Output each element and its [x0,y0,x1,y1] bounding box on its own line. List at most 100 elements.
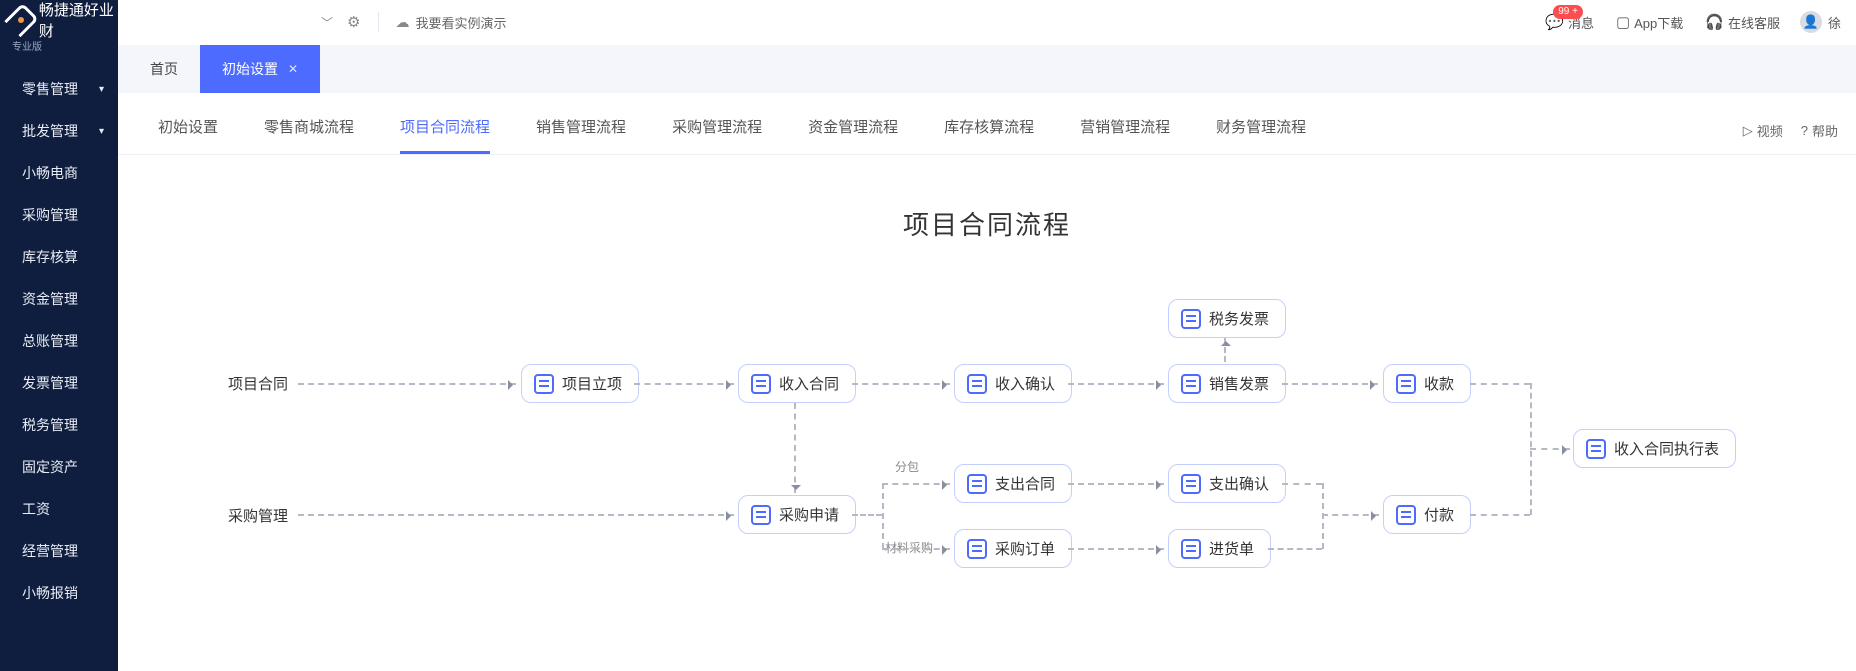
node-label: 采购申请 [779,504,839,525]
connector [298,383,516,385]
subtab-1[interactable]: 零售商城流程 [264,116,354,154]
sidebar-item-7[interactable]: 发票管理 [0,362,118,404]
sidebar-item-6[interactable]: 总账管理 [0,320,118,362]
node-income-contract[interactable]: 收入合同 [738,364,856,403]
connector [882,548,950,550]
gear-icon[interactable]: ⚙ [347,13,360,31]
sidebar-item-10[interactable]: 工资 [0,488,118,530]
flow-title: 项目合同流程 [118,205,1856,242]
help-button[interactable]: ?帮助 [1801,121,1838,140]
sidebar-item-label: 批发管理 [22,121,78,141]
user-name[interactable]: 徐 [1828,13,1841,32]
sidebar-item-0[interactable]: 零售管理▾ [0,68,118,110]
connector [1068,483,1164,485]
sidebar-item-1[interactable]: 批发管理▾ [0,110,118,152]
sidebar-item-2[interactable]: 小畅电商 [0,152,118,194]
service-label: 在线客服 [1728,13,1780,32]
subtabbar: 初始设置 零售商城流程 项目合同流程 销售管理流程 采购管理流程 资金管理流程 库存核算流程… [118,93,1856,155]
connector [794,403,796,493]
tabbar: 首页 初始设置 ✕ [118,45,1856,93]
sidebar-item-label: 小畅电商 [22,163,78,183]
sidebar-item-8[interactable]: 税务管理 [0,404,118,446]
node-expenditure-confirm[interactable]: 支出确认 [1168,464,1286,503]
subtab-6[interactable]: 库存核算流程 [944,116,1034,154]
tab-initial-settings-label: 初始设置 [222,59,278,79]
row-label-purchasing: 采购管理 [228,505,288,526]
node-purchase-order[interactable]: 采购订单 [954,529,1072,568]
node-income-confirm[interactable]: 收入确认 [954,364,1072,403]
tab-home[interactable]: 首页 [128,45,200,93]
sidebar-item-9[interactable]: 固定资产 [0,446,118,488]
document-icon [534,374,554,394]
subtab-7[interactable]: 营销管理流程 [1080,116,1170,154]
sidebar-item-label: 发票管理 [22,373,78,393]
connector [1068,383,1164,385]
connector [1224,338,1226,362]
node-label: 收款 [1424,373,1454,394]
sidebar-item-label: 库存核算 [22,247,78,267]
connector [1322,514,1379,516]
document-icon [1396,374,1416,394]
chevron-down-icon[interactable]: ﹀ [321,14,333,31]
flow-canvas: 项目合同流程 项目合同 采购管理 项目立项 收入合同 收入确认 销售发票 税务发… [118,155,1856,671]
app-download-button[interactable]: ▢ App下载 [1616,13,1683,32]
connector [1282,483,1322,485]
subtab-0[interactable]: 初始设置 [158,116,218,154]
subtab-3[interactable]: 销售管理流程 [536,116,626,154]
node-goods-receipt[interactable]: 进货单 [1168,529,1271,568]
avatar[interactable]: 👤 [1800,11,1822,33]
subtab-8[interactable]: 财务管理流程 [1216,116,1306,154]
sidebar-item-label: 总账管理 [22,331,78,351]
document-icon [1181,539,1201,559]
phone-icon: ▢ [1616,13,1630,31]
mini-label-subcontract: 分包 [895,458,919,475]
subtab-right-tools: ▷视频 ?帮助 [1725,121,1838,140]
connector [634,383,734,385]
demo-link[interactable]: 我要看实例演示 [415,13,506,32]
document-icon [1586,439,1606,459]
document-icon [1396,505,1416,525]
sidebar-item-3[interactable]: 采购管理 [0,194,118,236]
connector [298,514,734,516]
connector [882,483,884,549]
node-income-contract-exec-report[interactable]: 收入合同执行表 [1573,429,1736,468]
tab-initial-settings[interactable]: 初始设置 ✕ [200,45,320,93]
sidebar-item-label: 小畅报销 [22,583,78,603]
document-icon [751,505,771,525]
app-download-label: App下载 [1634,13,1683,32]
node-project-initiation[interactable]: 项目立项 [521,364,639,403]
sidebar-item-label: 固定资产 [22,457,78,477]
sidebar-item-label: 零售管理 [22,79,78,99]
subtab-4[interactable]: 采购管理流程 [672,116,762,154]
service-button[interactable]: 🎧 在线客服 [1705,13,1780,32]
video-button[interactable]: ▷视频 [1743,121,1783,140]
sidebar-item-12[interactable]: 小畅报销 [0,572,118,614]
node-label: 收入确认 [995,373,1055,394]
node-sales-invoice[interactable]: 销售发票 [1168,364,1286,403]
tab-home-label: 首页 [150,59,178,79]
brand: 畅捷通好业财 [0,0,118,40]
subtab-5[interactable]: 资金管理流程 [808,116,898,154]
sidebar-item-5[interactable]: 资金管理 [0,278,118,320]
topbar: ﹀ ⚙ ☁ 我要看实例演示 💬 消息 99 + ▢ App下载 🎧 在线客服 👤… [118,2,1856,42]
connector [1068,548,1164,550]
sidebar-item-11[interactable]: 经营管理 [0,530,118,572]
play-icon: ▷ [1743,123,1753,139]
connector [882,483,950,485]
sidebar-item-4[interactable]: 库存核算 [0,236,118,278]
help-icon: ? [1801,123,1808,138]
node-label: 收入合同执行表 [1614,438,1719,459]
node-payment[interactable]: 付款 [1383,495,1471,534]
sidebar-item-label: 采购管理 [22,205,78,225]
separator [378,12,379,32]
sidebar-item-label: 资金管理 [22,289,78,309]
node-purchase-request[interactable]: 采购申请 [738,495,856,534]
messages-button[interactable]: 💬 消息 99 + [1545,13,1594,32]
close-icon[interactable]: ✕ [288,62,298,76]
subtab-2[interactable]: 项目合同流程 [400,116,490,154]
node-receipt[interactable]: 收款 [1383,364,1471,403]
node-tax-invoice[interactable]: 税务发票 [1168,299,1286,338]
node-expenditure-contract[interactable]: 支出合同 [954,464,1072,503]
connector [1530,448,1570,450]
node-label: 进货单 [1209,538,1254,559]
